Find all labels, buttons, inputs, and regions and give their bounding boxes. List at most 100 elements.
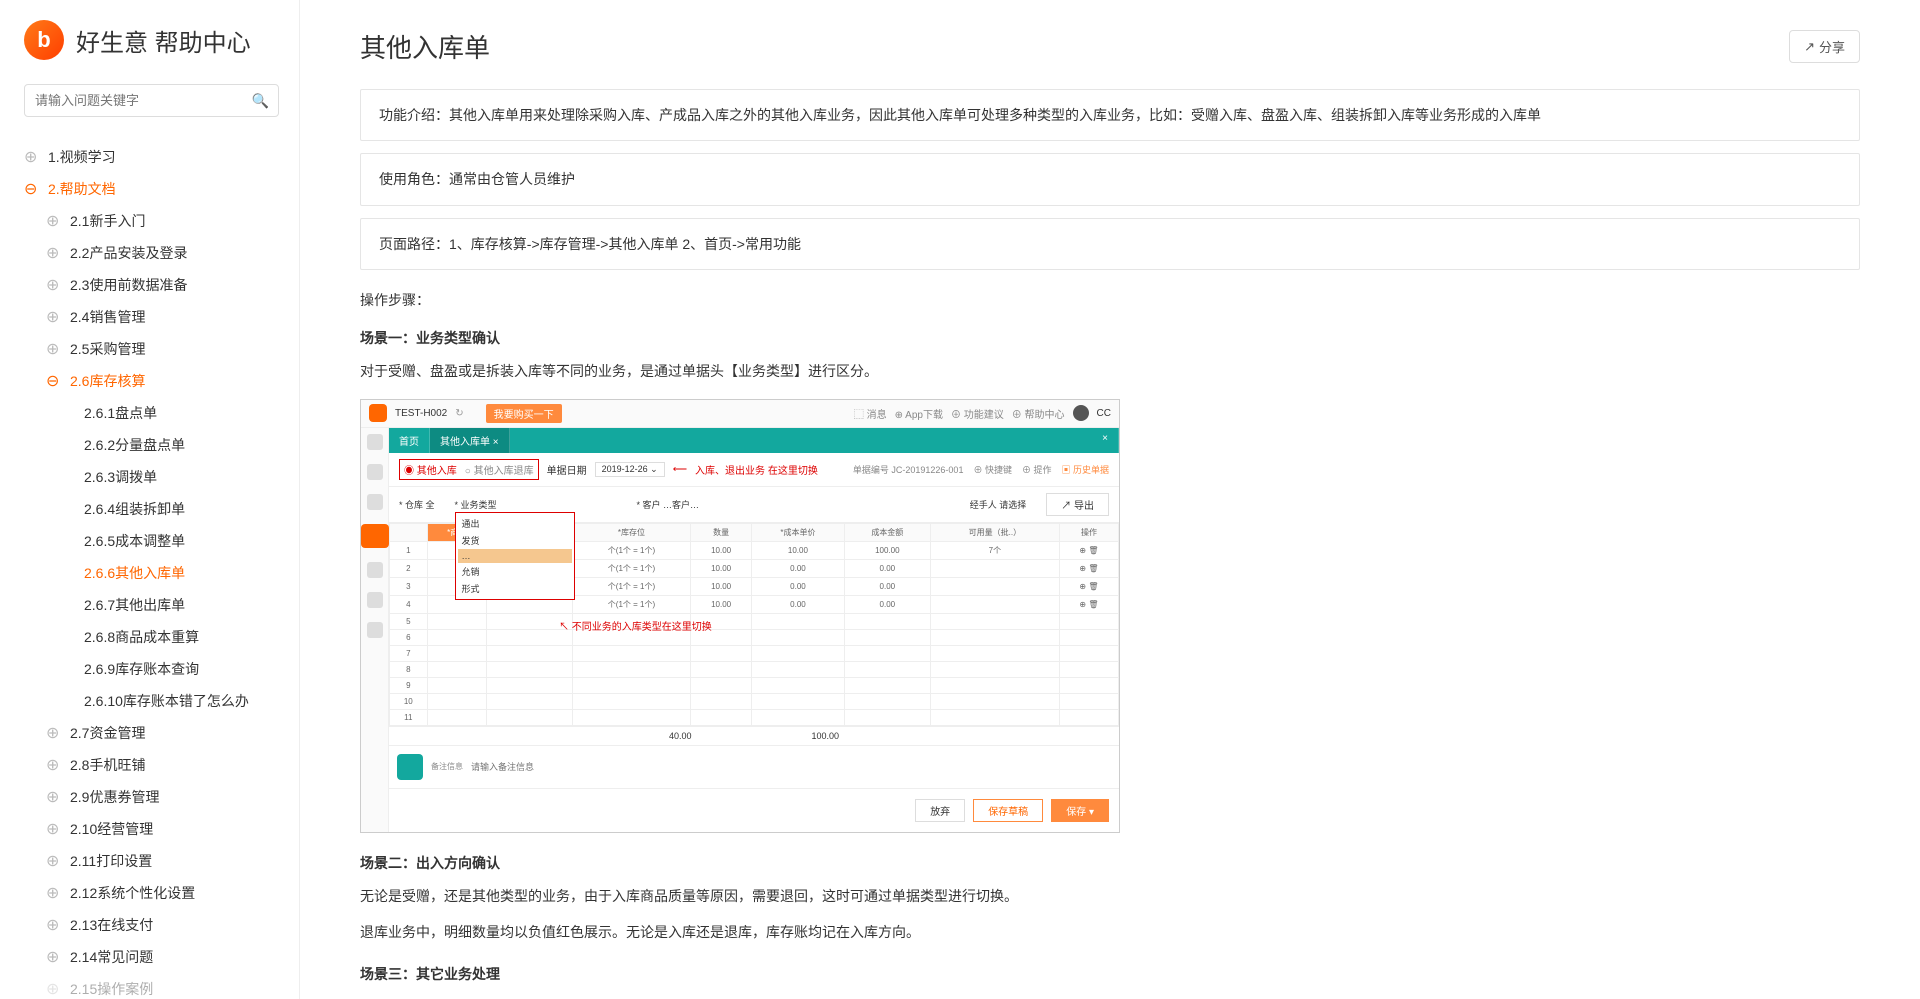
nav-sub: ⊕2.1新手入门 ⊕2.2产品安装及登录 ⊕2.3使用前数据准备 ⊕2.4销售管…: [24, 205, 279, 999]
sm-dropdown: 通出 发货 … 允销 形式: [455, 512, 575, 600]
nav-sub2: 2.6.1盘点单 2.6.2分量盘点单 2.6.3调拨单 2.6.4组装拆卸单 …: [46, 397, 279, 717]
annotation-arrow: ⟵: [673, 464, 687, 475]
scene2-p2: 退库业务中，明细数量均以负值红色展示。无论是入库还是退库，库存账均记在入库方向。: [360, 919, 1860, 946]
sm-th-idx: [390, 523, 428, 541]
sm-dd-item: 允销: [458, 563, 572, 580]
sm-hl: ⊕ 快捷键: [973, 463, 1012, 476]
sm-dd-item: 形式: [458, 580, 572, 597]
sm-remark-row: 备注信息: [389, 745, 1119, 788]
table-row: 11: [390, 709, 1119, 725]
nav-2-1[interactable]: ⊕2.1新手入门: [46, 205, 279, 237]
plus-icon: ⊕: [46, 723, 62, 743]
info-text: 1、库存核算->库存管理->其他入库单 2、首页->常用功能: [449, 236, 801, 252]
nav-2-9[interactable]: ⊕2.9优惠券管理: [46, 781, 279, 813]
sm-toplink: ⊕ 帮助中心: [1012, 406, 1065, 421]
share-button[interactable]: ↗分享: [1789, 30, 1860, 63]
sm-remark-label: 备注信息: [431, 761, 463, 772]
search-input[interactable]: [24, 84, 279, 117]
plus-icon: ⊕: [46, 211, 62, 231]
avatar-icon: [1073, 405, 1089, 421]
nav-2-6[interactable]: ⊖2.6库存核算: [46, 365, 279, 397]
sm-toplink: ⊕ 功能建议: [951, 406, 1004, 421]
plus-icon: ⊕: [46, 947, 62, 967]
sm-footer: 放弃 保存草稿 保存 ▾: [389, 788, 1119, 832]
scene2-p1: 无论是受赠，还是其他类型的业务，由于入库商品质量等原因，需要退回，这时可通过单据…: [360, 883, 1860, 910]
sm-hl: ⊕ 提作: [1022, 463, 1052, 476]
nav-2-4[interactable]: ⊕2.4销售管理: [46, 301, 279, 333]
sm-dd-item-selected: …: [458, 549, 572, 563]
sidebar: b 好生意 帮助中心 🔍 ⊕1.视频学习 ⊖2.帮助文档 ⊕2.1新手入门 ⊕2…: [0, 0, 300, 999]
nav-2-3[interactable]: ⊕2.3使用前数据准备: [46, 269, 279, 301]
sm-radio1: ◉ 其他入库: [404, 462, 457, 477]
nav-268[interactable]: 2.6.8商品成本重算: [68, 621, 279, 653]
nav-2-10[interactable]: ⊕2.10经营管理: [46, 813, 279, 845]
sm-cust: * 客户 …客户…: [637, 498, 700, 511]
sm-topbar: TEST-H002 ↻ 我要购买一下 ⬚ 消息 ⊕ App下载 ⊕ 功能建议 ⊕…: [361, 400, 1119, 428]
nav-2610[interactable]: 2.6.10库存账本错了怎么办: [68, 685, 279, 717]
info-label: 使用角色：: [379, 171, 449, 187]
brand-row: b 好生意 帮助中心: [24, 20, 279, 60]
nav-docs[interactable]: ⊖2.帮助文档: [24, 173, 279, 205]
info-label: 功能介绍：: [379, 107, 449, 123]
nav-2-15[interactable]: ⊕2.15操作案例: [46, 973, 279, 999]
sm-radio-group: ◉ 其他入库 ○ 其他入库退库: [399, 459, 539, 480]
scene2-title: 场景二：出入方向确认: [360, 853, 1860, 873]
main-content: 其他入库单 ↗分享 功能介绍：其他入库单用来处理除采购入库、产成品入库之外的其他…: [300, 0, 1920, 999]
sm-sum1: 40.00: [669, 731, 692, 741]
annotation-text-2: ↖ 不同业务的入库类型在这里切换: [559, 618, 712, 633]
nav-2-8[interactable]: ⊕2.8手机旺铺: [46, 749, 279, 781]
nav-264[interactable]: 2.6.4组装拆卸单: [68, 493, 279, 525]
sm-nav-icon: [367, 464, 383, 480]
sm-cancel-btn: 放弃: [915, 799, 965, 822]
nav-video[interactable]: ⊕1.视频学习: [24, 141, 279, 173]
sm-export-btn: ↗ 导出: [1046, 493, 1109, 516]
sm-logo-icon: [369, 404, 387, 422]
sm-tab-doc: 其他入库单 ×: [430, 428, 510, 453]
nav-267[interactable]: 2.6.7其他出库单: [68, 589, 279, 621]
plus-icon: ⊕: [46, 755, 62, 775]
nav-269[interactable]: 2.6.9库存账本查询: [68, 653, 279, 685]
nav-2-11[interactable]: ⊕2.11打印设置: [46, 845, 279, 877]
sm-th: 可用量（批..）: [930, 523, 1059, 541]
steps-label: 操作步骤：: [360, 290, 1860, 310]
search-icon[interactable]: 🔍: [252, 92, 269, 109]
nav-2-7[interactable]: ⊕2.7资金管理: [46, 717, 279, 749]
plus-icon: ⊕: [46, 883, 62, 903]
sm-nav-icon: [367, 562, 383, 578]
arrow-icon: ↖: [559, 622, 569, 633]
sm-buy-button: 我要购买一下: [486, 404, 562, 423]
sm-th: *库存位: [572, 523, 690, 541]
nav-2-2[interactable]: ⊕2.2产品安装及登录: [46, 237, 279, 269]
logo-icon: b: [24, 20, 64, 60]
nav-263[interactable]: 2.6.3调拨单: [68, 461, 279, 493]
scene1-title: 场景一：业务类型确认: [360, 328, 1860, 348]
plus-icon: ⊕: [46, 979, 62, 999]
table-row: 10: [390, 693, 1119, 709]
sm-nav-icon: [367, 622, 383, 638]
minus-icon: ⊖: [24, 179, 40, 199]
nav-266[interactable]: 2.6.6其他入库单: [68, 557, 279, 589]
sm-th: 操作: [1059, 523, 1118, 541]
nav-262[interactable]: 2.6.2分量盘点单: [68, 429, 279, 461]
plus-icon: ⊕: [24, 147, 40, 167]
table-row: 5: [390, 613, 1119, 629]
nav-2-12[interactable]: ⊕2.12系统个性化设置: [46, 877, 279, 909]
remark-icon: [397, 754, 423, 780]
nav-2-5[interactable]: ⊕2.5采购管理: [46, 333, 279, 365]
nav-2-13[interactable]: ⊕2.13在线支付: [46, 909, 279, 941]
info-text: 通常由仓管人员维护: [449, 171, 575, 187]
sm-biztype-label: * 业务类型: [455, 500, 497, 510]
nav-2-14[interactable]: ⊕2.14常见问题: [46, 941, 279, 973]
sm-th: 成本金额: [844, 523, 930, 541]
close-icon: ×: [1092, 428, 1119, 453]
sm-draft-btn: 保存草稿: [973, 799, 1043, 822]
nav-261[interactable]: 2.6.1盘点单: [68, 397, 279, 429]
scene3-title: 场景三：其它业务处理: [360, 964, 1860, 984]
sm-summary: 40.00 100.00: [389, 726, 1119, 745]
sm-person: 经手人 请选择: [970, 498, 1027, 511]
sm-nav-icon: [367, 434, 383, 450]
minus-icon: ⊖: [46, 371, 62, 391]
table-row: 6: [390, 629, 1119, 645]
nav-265[interactable]: 2.6.5成本调整单: [68, 525, 279, 557]
sm-sum2: 100.00: [812, 731, 840, 741]
